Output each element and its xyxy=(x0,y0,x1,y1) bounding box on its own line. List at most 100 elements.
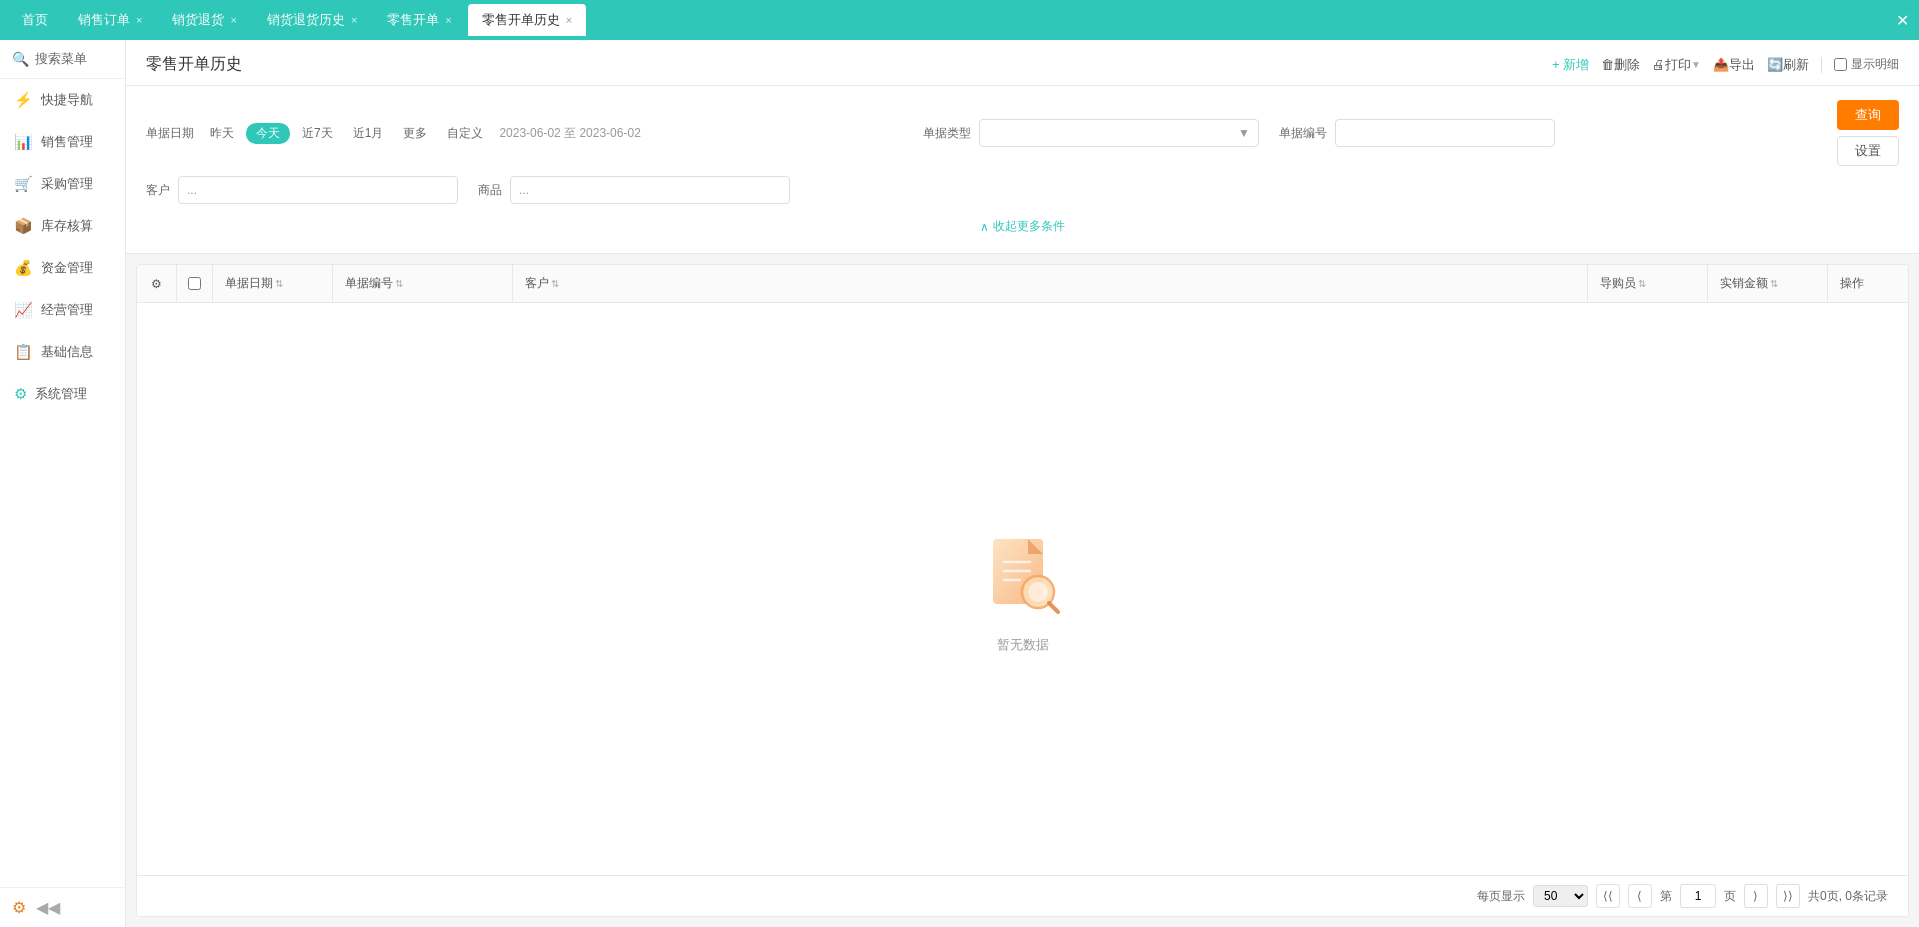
empty-illustration xyxy=(973,524,1073,624)
export-button[interactable]: 📤 导出 xyxy=(1713,56,1755,74)
svg-line-7 xyxy=(1049,603,1058,612)
print-icon: 🖨 xyxy=(1652,57,1665,72)
date-btn-custom[interactable]: 自定义 xyxy=(439,123,491,144)
date-btn-today[interactable]: 今天 xyxy=(246,123,290,144)
customer-filter-item: 客户 ... xyxy=(146,176,458,204)
sidebar-nav: ⚡ 快捷导航 📊 销售管理 🛒 采购管理 📦 库存核算 💰 资金管理 📈 xyxy=(0,79,125,887)
refresh-button[interactable]: 🔄 刷新 xyxy=(1767,56,1809,74)
date-filter-btns: 昨天 今天 近7天 近1月 更多 自定义 xyxy=(202,123,491,144)
date-btn-yesterday[interactable]: 昨天 xyxy=(202,123,242,144)
tab-sales-return[interactable]: 销货退货 × xyxy=(158,4,250,36)
tab-bar: 首页 销售订单 × 销货退货 × 销货退货历史 × 零售开单 × 零售开单历史 … xyxy=(0,0,1919,40)
display-detail-checkbox[interactable]: 显示明细 xyxy=(1834,56,1899,73)
sidebar: 🔍 搜索菜单 ⚡ 快捷导航 📊 销售管理 🛒 采购管理 📦 库存核算 💰 xyxy=(0,40,126,927)
sn-sort-icon: ⇅ xyxy=(395,278,403,289)
print-button[interactable]: 🖨 打印 ▼ xyxy=(1652,56,1701,74)
date-btn-1month[interactable]: 近1月 xyxy=(345,123,392,144)
doc-type-select[interactable]: ▼ xyxy=(979,119,1259,147)
table-container: ⚙ 单据日期 ⇅ 单据编号 ⇅ 客户 ⇅ 导购员 xyxy=(136,264,1909,917)
page-number-input[interactable] xyxy=(1680,884,1716,908)
delete-button[interactable]: 🗑 删除 xyxy=(1601,56,1640,74)
tab-retail-open[interactable]: 零售开单 × xyxy=(373,4,465,36)
customer-sort-icon: ⇅ xyxy=(551,278,559,289)
prev-page-button[interactable]: ⟨ xyxy=(1628,884,1652,908)
display-detail-input[interactable] xyxy=(1834,58,1847,71)
filter-area: 单据日期 昨天 今天 近7天 近1月 更多 自定义 2023-06-02 至 2… xyxy=(126,86,1919,254)
sidebar-item-basic-info[interactable]: 📋 基础信息 xyxy=(0,331,125,373)
sidebar-item-purchase-mgmt[interactable]: 🛒 采购管理 xyxy=(0,163,125,205)
th-date[interactable]: 单据日期 ⇅ xyxy=(213,265,333,302)
doc-no-label: 单据编号 xyxy=(1279,125,1327,142)
doc-type-dropdown-icon: ▼ xyxy=(1238,126,1250,140)
basic-info-icon: 📋 xyxy=(14,343,33,361)
select-all-checkbox[interactable] xyxy=(188,277,201,290)
purchase-icon: 🛒 xyxy=(14,175,33,193)
sidebar-collapse-icon[interactable]: ◀◀ xyxy=(36,898,60,917)
guide-sort-icon: ⇅ xyxy=(1638,278,1646,289)
first-page-button[interactable]: ⟨⟨ xyxy=(1596,884,1620,908)
sidebar-item-operation[interactable]: 📈 经营管理 xyxy=(0,289,125,331)
date-btn-7days[interactable]: 近7天 xyxy=(294,123,341,144)
query-button[interactable]: 查询 xyxy=(1837,100,1899,130)
last-page-button[interactable]: ⟩⟩ xyxy=(1776,884,1800,908)
date-btn-more[interactable]: 更多 xyxy=(395,123,435,144)
tab-retail-history-close[interactable]: × xyxy=(566,14,572,26)
query-settings-col: 查询 设置 xyxy=(1837,100,1899,166)
goods-select[interactable]: ... xyxy=(510,176,790,204)
sidebar-item-finance[interactable]: 💰 资金管理 xyxy=(0,247,125,289)
per-page-label: 每页显示 xyxy=(1477,888,1525,905)
sidebar-item-sales-mgmt[interactable]: 📊 销售管理 xyxy=(0,121,125,163)
th-settings[interactable]: ⚙ xyxy=(137,265,177,302)
page-header: 零售开单历史 + 新增 🗑 删除 🖨 打印 ▼ 📤 导出 🔄 xyxy=(126,40,1919,86)
search-icon: 🔍 xyxy=(12,51,29,67)
main-layout: 🔍 搜索菜单 ⚡ 快捷导航 📊 销售管理 🛒 采购管理 📦 库存核算 💰 xyxy=(0,40,1919,927)
total-label: 共0页, 0条记录 xyxy=(1808,888,1888,905)
add-button[interactable]: + 新增 xyxy=(1552,56,1589,74)
next-page-button[interactable]: ⟩ xyxy=(1744,884,1768,908)
tab-retail-open-close[interactable]: × xyxy=(445,14,451,26)
per-page-select[interactable]: 50 20 100 xyxy=(1533,885,1588,907)
customer-select[interactable]: ... xyxy=(178,176,458,204)
operation-icon: 📈 xyxy=(14,301,33,319)
doc-type-label: 单据类型 xyxy=(923,125,971,142)
table-header: ⚙ 单据日期 ⇅ 单据编号 ⇅ 客户 ⇅ 导购员 xyxy=(137,265,1908,303)
doc-no-filter-item: 单据编号 xyxy=(1279,119,1555,147)
sidebar-bottom: ⚙ ◀◀ xyxy=(0,887,125,927)
th-guide[interactable]: 导购员 ⇅ xyxy=(1588,265,1708,302)
page-label: 第 xyxy=(1660,888,1672,905)
tab-retail-history[interactable]: 零售开单历史 × xyxy=(468,4,586,36)
window-close-button[interactable]: ✕ xyxy=(1896,11,1909,30)
tab-sales-return-history-close[interactable]: × xyxy=(351,14,357,26)
page-unit-label: 页 xyxy=(1724,888,1736,905)
date-filter-label: 单据日期 xyxy=(146,125,194,142)
page-title: 零售开单历史 xyxy=(146,54,242,75)
tab-sales-order-close[interactable]: × xyxy=(136,14,142,26)
tab-sales-order[interactable]: 销售订单 × xyxy=(64,4,156,36)
th-sn[interactable]: 单据编号 ⇅ xyxy=(333,265,513,302)
tab-home[interactable]: 首页 xyxy=(8,4,62,36)
filter-settings-button[interactable]: 设置 xyxy=(1837,136,1899,166)
goods-filter-item: 商品 ... xyxy=(478,176,790,204)
th-ops: 操作 xyxy=(1828,265,1908,302)
goods-label: 商品 xyxy=(478,182,502,199)
sidebar-search[interactable]: 🔍 搜索菜单 xyxy=(0,40,125,79)
th-checkbox[interactable] xyxy=(177,265,213,302)
quick-nav-icon: ⚡ xyxy=(14,91,33,109)
date-filter-item: 单据日期 昨天 今天 近7天 近1月 更多 自定义 2023-06-02 至 2… xyxy=(146,123,641,144)
pagination: 每页显示 50 20 100 ⟨⟨ ⟨ 第 页 ⟩ ⟩⟩ 共0页, 0条记录 xyxy=(137,875,1908,916)
sidebar-item-system[interactable]: ⚙ 系统管理 xyxy=(0,373,125,415)
doc-no-input[interactable] xyxy=(1335,119,1555,147)
tab-sales-return-history[interactable]: 销货退货历史 × xyxy=(253,4,371,36)
table-settings-icon: ⚙ xyxy=(151,277,162,291)
filter-row-2: 客户 ... 商品 ... xyxy=(146,176,1899,204)
doc-type-filter-item: 单据类型 ▼ xyxy=(923,119,1259,147)
sidebar-item-inventory[interactable]: 📦 库存核算 xyxy=(0,205,125,247)
sidebar-item-quick-nav[interactable]: ⚡ 快捷导航 xyxy=(0,79,125,121)
inventory-icon: 📦 xyxy=(14,217,33,235)
th-amount[interactable]: 实销金额 ⇅ xyxy=(1708,265,1828,302)
th-customer[interactable]: 客户 ⇅ xyxy=(513,265,1588,302)
tab-sales-return-close[interactable]: × xyxy=(230,14,236,26)
sidebar-settings-icon[interactable]: ⚙ xyxy=(12,898,26,917)
system-icon: ⚙ xyxy=(14,385,27,403)
collapse-conditions[interactable]: ∧ 收起更多条件 xyxy=(146,214,1899,239)
